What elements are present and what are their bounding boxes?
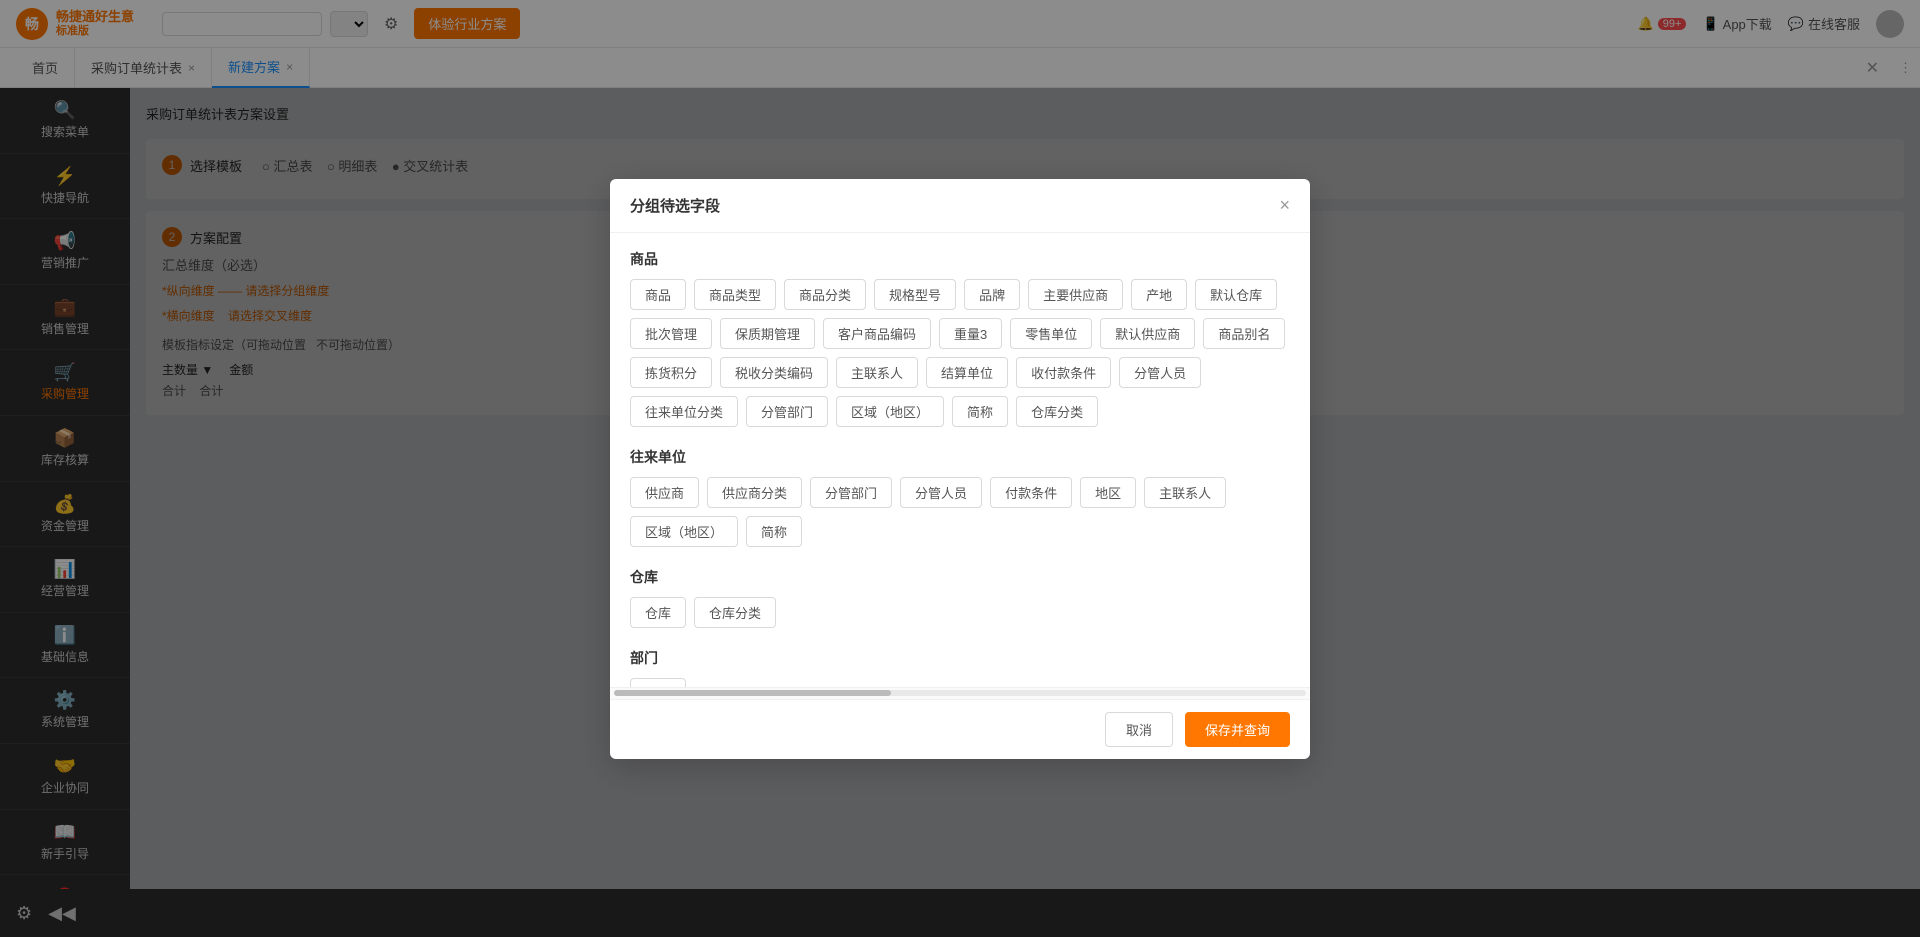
field-tags-仓库: 仓库仓库分类: [630, 597, 1290, 628]
field-tag-客户商品编码[interactable]: 客户商品编码: [823, 318, 931, 349]
field-tags-部门: 部门: [630, 678, 1290, 687]
field-tags-商品: 商品商品类型商品分类规格型号品牌主要供应商产地默认仓库批次管理保质期管理客户商品…: [630, 279, 1290, 427]
field-tag-主联系人[interactable]: 主联系人: [1144, 477, 1226, 508]
field-tag-商品类型[interactable]: 商品类型: [694, 279, 776, 310]
field-tag-商品分类[interactable]: 商品分类: [784, 279, 866, 310]
modal-footer: 取消 保存并查询: [610, 699, 1310, 759]
field-tags-往来单位: 供应商供应商分类分管部门分管人员付款条件地区主联系人区域（地区） 简称: [630, 477, 1290, 547]
field-tag-分管人员[interactable]: 分管人员: [900, 477, 982, 508]
field-tag-部门[interactable]: 部门: [630, 678, 686, 687]
field-tag-产地[interactable]: 产地: [1131, 279, 1187, 310]
field-tag-简称[interactable]: 简称: [746, 516, 802, 547]
modal: 分组待选字段 × 商品商品商品类型商品分类规格型号品牌主要供应商产地默认仓库批次…: [610, 179, 1310, 759]
field-tag-区域（地区）[interactable]: 区域（地区）: [630, 516, 738, 547]
field-tag-地区[interactable]: 地区: [1080, 477, 1136, 508]
section-仓库: 仓库仓库仓库分类: [630, 567, 1290, 628]
field-tag-分管人员[interactable]: 分管人员: [1119, 357, 1201, 388]
field-tag-往来单位分类[interactable]: 往来单位分类: [630, 396, 738, 427]
field-tag-付款条件[interactable]: 付款条件: [990, 477, 1072, 508]
field-tag-商品[interactable]: 商品: [630, 279, 686, 310]
field-tag-批次管理[interactable]: 批次管理: [630, 318, 712, 349]
field-tag-仓库分类[interactable]: 仓库分类: [694, 597, 776, 628]
modal-title: 分组待选字段: [630, 195, 720, 216]
cancel-button[interactable]: 取消: [1105, 712, 1173, 747]
field-tag-收付款条件[interactable]: 收付款条件: [1016, 357, 1111, 388]
section-title-仓库: 仓库: [630, 567, 1290, 587]
field-tag-供应商分类[interactable]: 供应商分类: [707, 477, 802, 508]
field-tag-拣货积分[interactable]: 拣货积分: [630, 357, 712, 388]
modal-scroll-bar[interactable]: [610, 687, 1310, 699]
field-tag-品牌[interactable]: 品牌: [964, 279, 1020, 310]
modal-header: 分组待选字段 ×: [610, 179, 1310, 233]
field-tag-主联系人[interactable]: 主联系人: [836, 357, 918, 388]
field-tag-仓库[interactable]: 仓库: [630, 597, 686, 628]
section-部门: 部门部门: [630, 648, 1290, 687]
section-title-部门: 部门: [630, 648, 1290, 668]
field-tag-保质期管理[interactable]: 保质期管理: [720, 318, 815, 349]
field-tag-规格型号[interactable]: 规格型号: [874, 279, 956, 310]
field-tag-默认供应商[interactable]: 默认供应商: [1100, 318, 1195, 349]
field-tag-区域（地区）[interactable]: 区域（地区）: [836, 396, 944, 427]
field-tag-税收分类编码[interactable]: 税收分类编码: [720, 357, 828, 388]
field-tag-仓库分类[interactable]: 仓库分类: [1016, 396, 1098, 427]
modal-close-btn[interactable]: ×: [1279, 195, 1290, 216]
confirm-button[interactable]: 保存并查询: [1185, 712, 1290, 747]
field-tag-简称[interactable]: 简称: [952, 396, 1008, 427]
modal-scroll-track: [614, 690, 1306, 696]
modal-scroll-thumb: [614, 690, 891, 696]
section-title-商品: 商品: [630, 249, 1290, 269]
section-往来单位: 往来单位供应商供应商分类分管部门分管人员付款条件地区主联系人区域（地区） 简称: [630, 447, 1290, 547]
field-tag-分管部门[interactable]: 分管部门: [810, 477, 892, 508]
field-tag-主要供应商[interactable]: 主要供应商: [1028, 279, 1123, 310]
section-商品: 商品商品商品类型商品分类规格型号品牌主要供应商产地默认仓库批次管理保质期管理客户…: [630, 249, 1290, 427]
field-tag-分管部门[interactable]: 分管部门: [746, 396, 828, 427]
field-tag-零售单位[interactable]: 零售单位: [1010, 318, 1092, 349]
field-tag-结算单位[interactable]: 结算单位: [926, 357, 1008, 388]
modal-overlay: 分组待选字段 × 商品商品商品类型商品分类规格型号品牌主要供应商产地默认仓库批次…: [0, 0, 1920, 937]
field-tag-商品别名[interactable]: 商品别名: [1203, 318, 1285, 349]
field-tag-重量3[interactable]: 重量3: [939, 318, 1002, 349]
modal-body[interactable]: 商品商品商品类型商品分类规格型号品牌主要供应商产地默认仓库批次管理保质期管理客户…: [610, 233, 1310, 687]
field-tag-默认仓库[interactable]: 默认仓库: [1195, 279, 1277, 310]
field-tag-供应商[interactable]: 供应商: [630, 477, 699, 508]
section-title-往来单位: 往来单位: [630, 447, 1290, 467]
